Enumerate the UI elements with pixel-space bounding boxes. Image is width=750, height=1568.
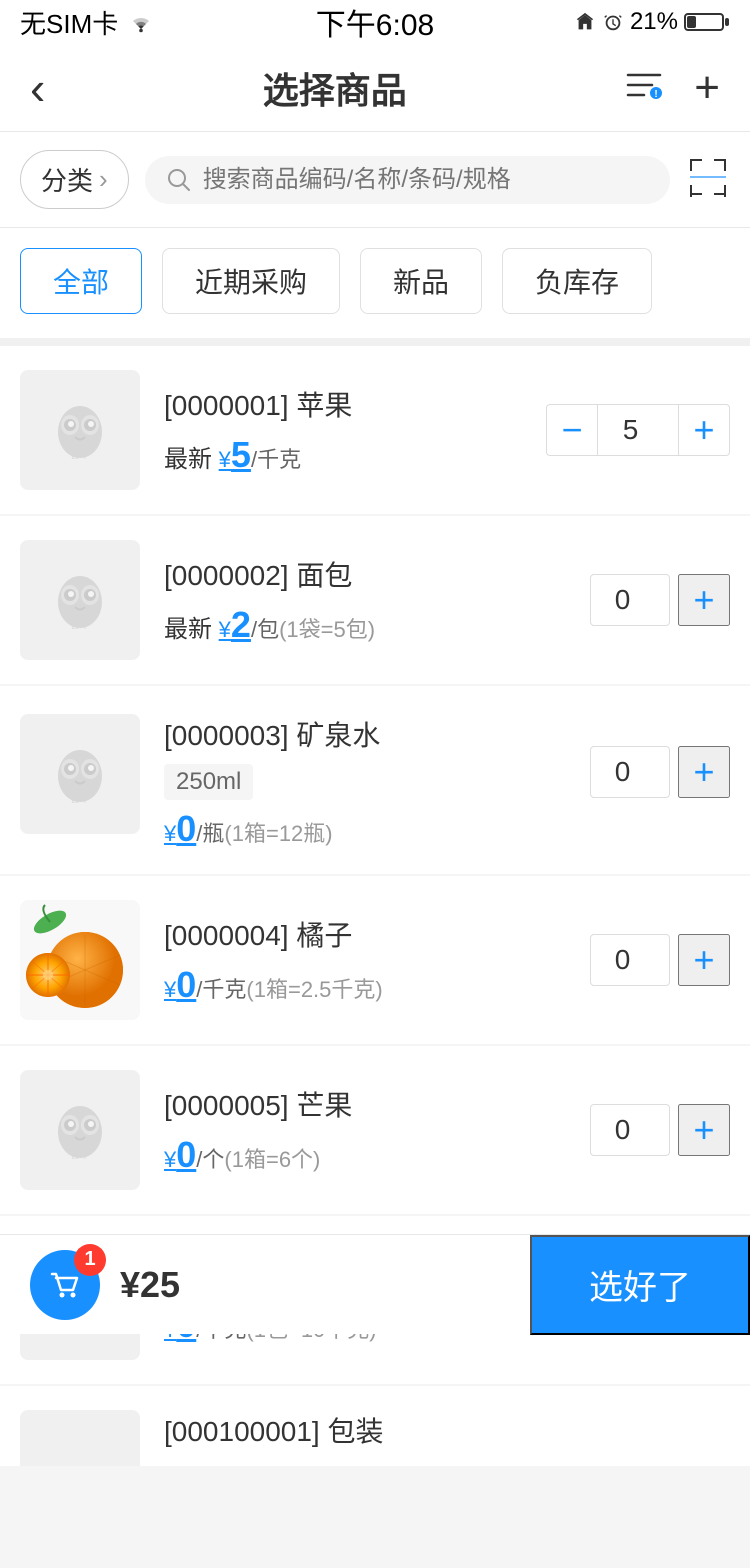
- category-arrow: ›: [99, 164, 108, 195]
- scan-icon[interactable]: [686, 155, 730, 204]
- alarm-icon: [602, 11, 624, 33]
- search-input-wrap: [145, 156, 670, 204]
- svg-text:智十: 智十: [70, 792, 90, 805]
- confirm-button[interactable]: 选好了: [530, 1235, 750, 1335]
- category-button[interactable]: 分类 ›: [20, 150, 129, 209]
- product-info-4: [0000004] 橘子 ¥0/千克(1箱=2.5千克): [164, 914, 590, 1006]
- nav-actions: ! +: [624, 63, 720, 113]
- owl-logo-icon: 智十: [40, 734, 120, 814]
- carrier-text: 无SIM卡: [20, 4, 118, 41]
- qty-plus-button-2[interactable]: +: [678, 574, 730, 626]
- product-item-partial: [000100001] 包装: [0, 1386, 750, 1466]
- qty-input-5[interactable]: [590, 1104, 670, 1156]
- search-input[interactable]: [203, 166, 650, 194]
- tab-all[interactable]: 全部: [20, 248, 142, 314]
- filter-tabs: 全部 近期采购 新品 负库存: [0, 228, 750, 346]
- product-price-3: ¥0/瓶(1箱=12瓶): [164, 808, 590, 850]
- product-price-1: 最新 ¥5/千克: [164, 434, 546, 476]
- product-image-5: 智十: [20, 1070, 140, 1190]
- product-spec-3: 250ml: [164, 764, 253, 800]
- qty-control-1: − +: [546, 404, 730, 456]
- cart-total: ¥25: [120, 1264, 180, 1306]
- owl-logo-icon: 智十: [40, 1090, 120, 1170]
- tab-recent[interactable]: 近期采购: [162, 248, 340, 314]
- product-price-4: ¥0/千克(1箱=2.5千克): [164, 964, 590, 1006]
- qty-plus-button-1[interactable]: +: [678, 404, 730, 456]
- battery-icon: [684, 11, 730, 33]
- product-image-3: 智十: [20, 714, 140, 834]
- product-name-1: [0000001] 苹果: [164, 384, 546, 424]
- qty-control-5: +: [590, 1104, 730, 1156]
- owl-logo-icon: 智十: [40, 390, 120, 470]
- qty-control-4: +: [590, 934, 730, 986]
- battery-text: 21%: [630, 8, 678, 36]
- orange-fruit-image: [20, 900, 140, 1020]
- qty-input-3[interactable]: [590, 746, 670, 798]
- owl-logo-icon: 智十: [40, 560, 120, 640]
- product-item: 智十 [0000001] 苹果 最新 ¥5/千克 − +: [0, 346, 750, 514]
- product-name-4: [0000004] 橘子: [164, 914, 590, 954]
- cart-area: 1 ¥25: [0, 1250, 530, 1320]
- page-title: 选择商品: [263, 62, 407, 114]
- status-bar: 无SIM卡 下午6:08 21%: [0, 0, 750, 44]
- status-time: 下午6:08: [316, 0, 434, 44]
- product-info-2: [0000002] 面包 最新 ¥2/包(1袋=5包): [164, 554, 590, 646]
- product-item: [0000004] 橘子 ¥0/千克(1箱=2.5千克) +: [0, 876, 750, 1044]
- svg-text:智十: 智十: [70, 618, 90, 631]
- add-icon[interactable]: +: [694, 63, 720, 113]
- product-info-1: [0000001] 苹果 最新 ¥5/千克: [164, 384, 546, 476]
- product-image-partial: [20, 1410, 140, 1466]
- svg-text:智十: 智十: [70, 448, 90, 461]
- qty-input-1[interactable]: [598, 404, 678, 456]
- product-price-5: ¥0/个(1箱=6个): [164, 1134, 590, 1176]
- search-row: 分类 ›: [0, 132, 750, 228]
- qty-minus-button-1[interactable]: −: [546, 404, 598, 456]
- product-list: 智十 [0000001] 苹果 最新 ¥5/千克 − +: [0, 346, 750, 1568]
- product-info-partial: [000100001] 包装: [164, 1410, 730, 1460]
- product-info-5: [0000005] 芒果 ¥0/个(1箱=6个): [164, 1084, 590, 1176]
- product-info-3: [0000003] 矿泉水 250ml ¥0/瓶(1箱=12瓶): [164, 714, 590, 850]
- qty-control-3: +: [590, 746, 730, 798]
- qty-input-2[interactable]: [590, 574, 670, 626]
- product-name-partial: [000100001] 包装: [164, 1410, 730, 1450]
- cart-icon-button[interactable]: 1: [30, 1250, 100, 1320]
- product-item: 智十 [0000002] 面包 最新 ¥2/包(1袋=5包) +: [0, 516, 750, 684]
- qty-plus-button-3[interactable]: +: [678, 746, 730, 798]
- cart-badge: 1: [74, 1244, 106, 1276]
- product-image-2: 智十: [20, 540, 140, 660]
- product-image-4: [20, 900, 140, 1020]
- svg-text:!: !: [655, 89, 658, 100]
- status-left: 无SIM卡: [20, 4, 156, 41]
- svg-text:智十: 智十: [70, 1148, 90, 1161]
- tab-new[interactable]: 新品: [360, 248, 482, 314]
- location-icon: [574, 11, 596, 33]
- product-image-1: 智十: [20, 370, 140, 490]
- nav-bar: ‹ 选择商品 ! +: [0, 44, 750, 132]
- product-name-3: [0000003] 矿泉水: [164, 714, 590, 754]
- product-name-5: [0000005] 芒果: [164, 1084, 590, 1124]
- wifi-icon: [126, 11, 156, 33]
- category-label: 分类: [41, 161, 93, 198]
- search-icon: [165, 166, 193, 194]
- product-name-2: [0000002] 面包: [164, 554, 590, 594]
- status-right: 21%: [574, 8, 730, 36]
- bottom-spacer: [0, 1468, 750, 1568]
- bottom-bar: 1 ¥25 选好了: [0, 1234, 750, 1334]
- filter-icon[interactable]: !: [624, 67, 664, 108]
- qty-control-2: +: [590, 574, 730, 626]
- qty-plus-button-4[interactable]: +: [678, 934, 730, 986]
- product-item: 智十 [0000003] 矿泉水 250ml ¥0/瓶(1箱=12瓶) +: [0, 686, 750, 874]
- back-button[interactable]: ‹: [30, 61, 45, 115]
- product-price-2: 最新 ¥2/包(1袋=5包): [164, 604, 590, 646]
- product-item: 智十 [0000005] 芒果 ¥0/个(1箱=6个) +: [0, 1046, 750, 1214]
- qty-plus-button-5[interactable]: +: [678, 1104, 730, 1156]
- qty-input-4[interactable]: [590, 934, 670, 986]
- tab-negative-stock[interactable]: 负库存: [502, 248, 652, 314]
